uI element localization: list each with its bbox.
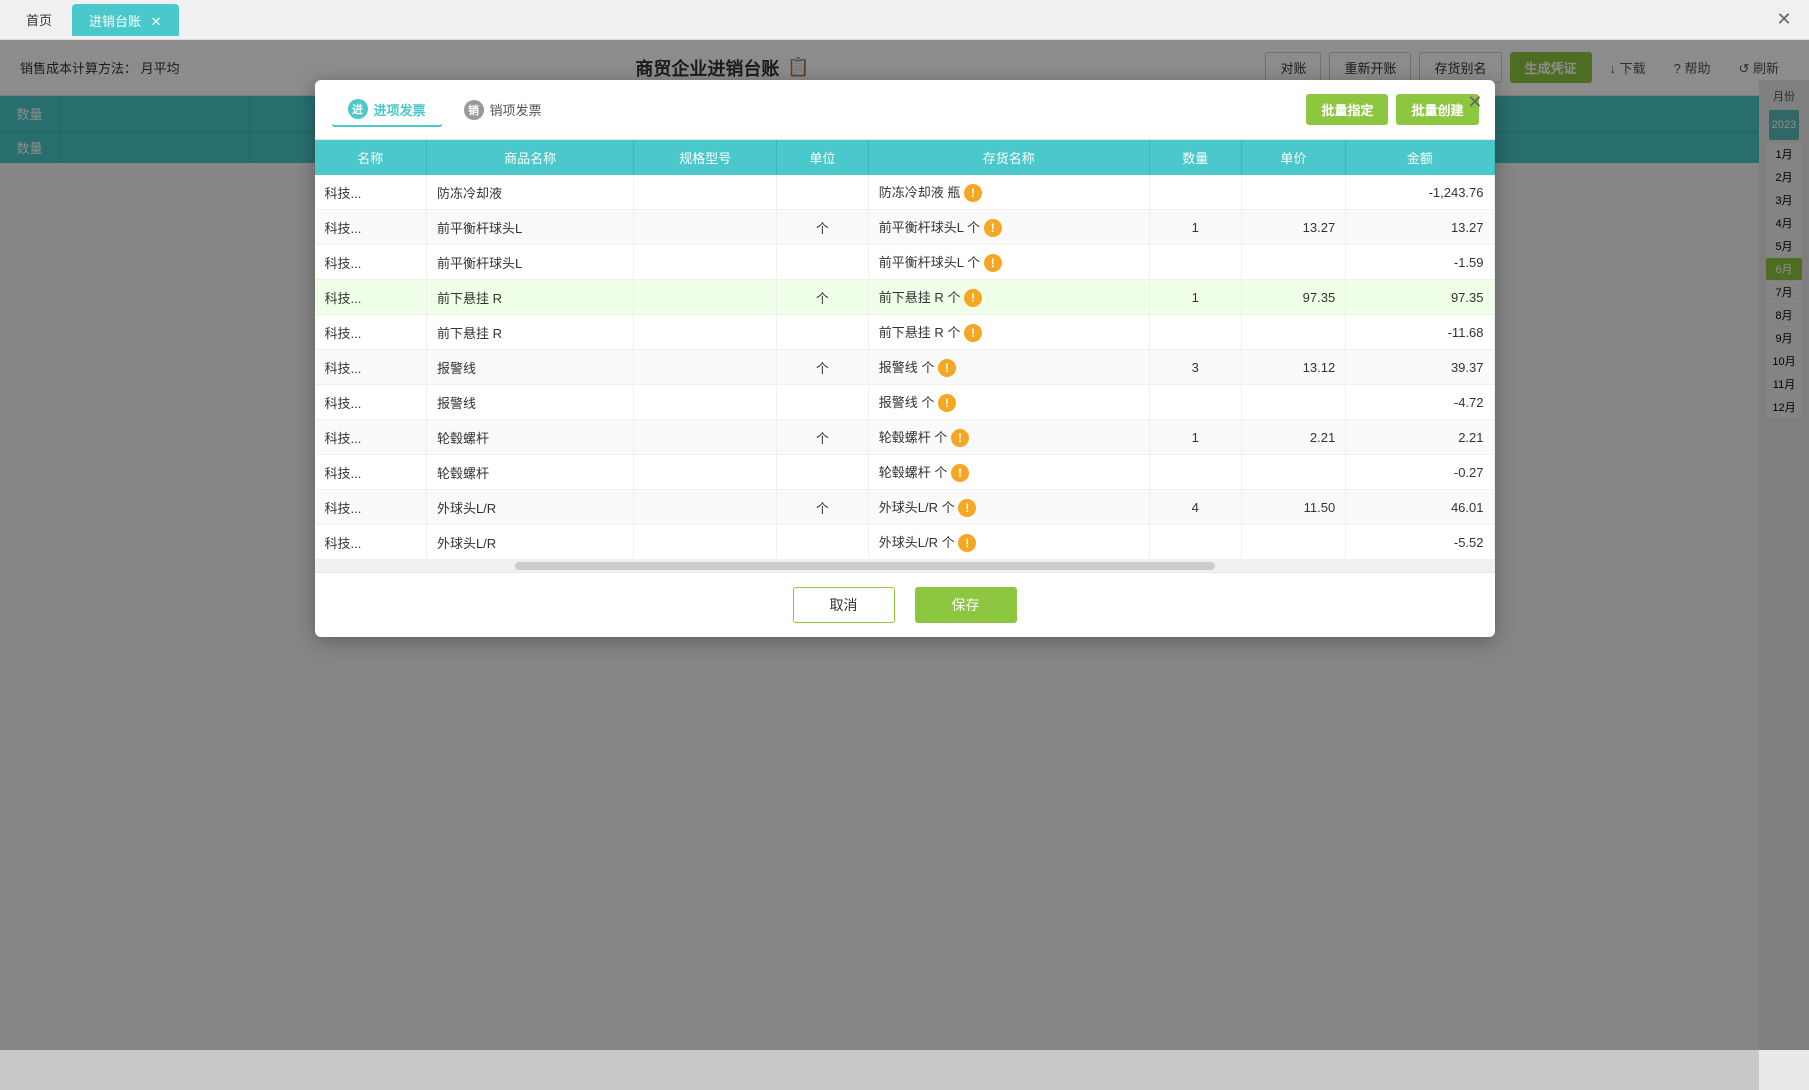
save-button[interactable]: 保存	[915, 587, 1017, 623]
modal-header-actions: 批量指定 批量创建	[1306, 94, 1478, 125]
table-row[interactable]: 科技...报警线个报警线 个 !313.1239.37	[315, 350, 1495, 385]
modal-close-button[interactable]: ✕	[1467, 92, 1482, 113]
table-row[interactable]: 科技...前平衡杆球头L个前平衡杆球头L 个 !113.2713.27	[315, 210, 1495, 245]
warn-icon: !	[984, 254, 1002, 272]
tab-ledger[interactable]: 进销台账 ✕	[72, 4, 179, 36]
cancel-button[interactable]: 取消	[793, 587, 895, 623]
modal-table-wrapper: 名称 商品名称 规格型号 单位 存货名称 数量 单价 金额 科技...防冻冷却液…	[315, 140, 1495, 560]
warn-icon: !	[964, 324, 982, 342]
modal-dialog: 进 进项发票 销 销项发票 批量指定 批量创建 ✕	[315, 80, 1495, 637]
window-close-button[interactable]: ✕	[1769, 5, 1799, 35]
modal-header: 进 进项发票 销 销项发票 批量指定 批量创建 ✕	[315, 80, 1495, 140]
invoice-table: 名称 商品名称 规格型号 单位 存货名称 数量 单价 金额 科技...防冻冷却液…	[315, 140, 1495, 560]
warn-icon: !	[984, 219, 1002, 237]
th-spec: 规格型号	[634, 140, 777, 175]
th-unit-price: 单价	[1241, 140, 1346, 175]
modal-overlay: 进 进项发票 销 销项发票 批量指定 批量创建 ✕	[0, 40, 1809, 1050]
table-row[interactable]: 科技...轮毂螺杆个轮毂螺杆 个 !12.212.21	[315, 420, 1495, 455]
main-page: 销售成本计算方法： 月平均 商贸企业进销台账 📋 对账 重新开账 存货别名 生成…	[0, 40, 1809, 1050]
th-unit: 单位	[776, 140, 868, 175]
table-row[interactable]: 科技...防冻冷却液防冻冷却液 瓶 !-1,243.76	[315, 175, 1495, 210]
th-amount: 金额	[1346, 140, 1494, 175]
modal-footer: 取消 保存	[315, 572, 1495, 637]
warn-icon: !	[964, 289, 982, 307]
tab-outgoing-invoice[interactable]: 销 销项发票	[447, 92, 559, 127]
warn-icon: !	[964, 184, 982, 202]
warn-icon: !	[938, 359, 956, 377]
batch-assign-button[interactable]: 批量指定	[1306, 94, 1388, 125]
table-header-row: 名称 商品名称 规格型号 单位 存货名称 数量 单价 金额	[315, 140, 1495, 175]
warn-icon: !	[951, 464, 969, 482]
table-row[interactable]: 科技...轮毂螺杆轮毂螺杆 个 !-0.27	[315, 455, 1495, 490]
warn-icon: !	[958, 499, 976, 517]
incoming-invoice-icon: 进	[348, 99, 368, 119]
modal-scrollbar[interactable]	[315, 560, 1495, 572]
table-row[interactable]: 科技...报警线报警线 个 !-4.72	[315, 385, 1495, 420]
table-row[interactable]: 科技...外球头L/R个外球头L/R 个 !411.5046.01	[315, 490, 1495, 525]
warn-icon: !	[958, 534, 976, 552]
invoice-table-body: 科技...防冻冷却液防冻冷却液 瓶 !-1,243.76科技...前平衡杆球头L…	[315, 175, 1495, 560]
tab-list: 首页 进销台账 ✕	[10, 4, 179, 36]
th-name: 名称	[315, 140, 427, 175]
table-row[interactable]: 科技...外球头L/R外球头L/R 个 !-5.52	[315, 525, 1495, 560]
tab-ledger-close[interactable]: ✕	[151, 14, 162, 29]
tab-bar: 首页 进销台账 ✕ ✕	[0, 0, 1809, 40]
batch-create-button[interactable]: 批量创建	[1396, 94, 1478, 125]
tab-incoming-invoice[interactable]: 进 进项发票	[331, 92, 443, 127]
table-row[interactable]: 科技...前平衡杆球头L前平衡杆球头L 个 !-1.59	[315, 245, 1495, 280]
warn-icon: !	[938, 394, 956, 412]
th-quantity: 数量	[1149, 140, 1241, 175]
warn-icon: !	[951, 429, 969, 447]
th-inventory: 存货名称	[868, 140, 1149, 175]
tab-home[interactable]: 首页	[10, 4, 68, 35]
scrollbar-track[interactable]	[515, 562, 1215, 570]
table-row[interactable]: 科技...前下悬挂 R个前下悬挂 R 个 !197.3597.35	[315, 280, 1495, 315]
outgoing-invoice-icon: 销	[464, 100, 484, 120]
table-row[interactable]: 科技...前下悬挂 R前下悬挂 R 个 !-11.68	[315, 315, 1495, 350]
th-product: 商品名称	[426, 140, 633, 175]
modal-tabs: 进 进项发票 销 销项发票	[331, 92, 1307, 127]
